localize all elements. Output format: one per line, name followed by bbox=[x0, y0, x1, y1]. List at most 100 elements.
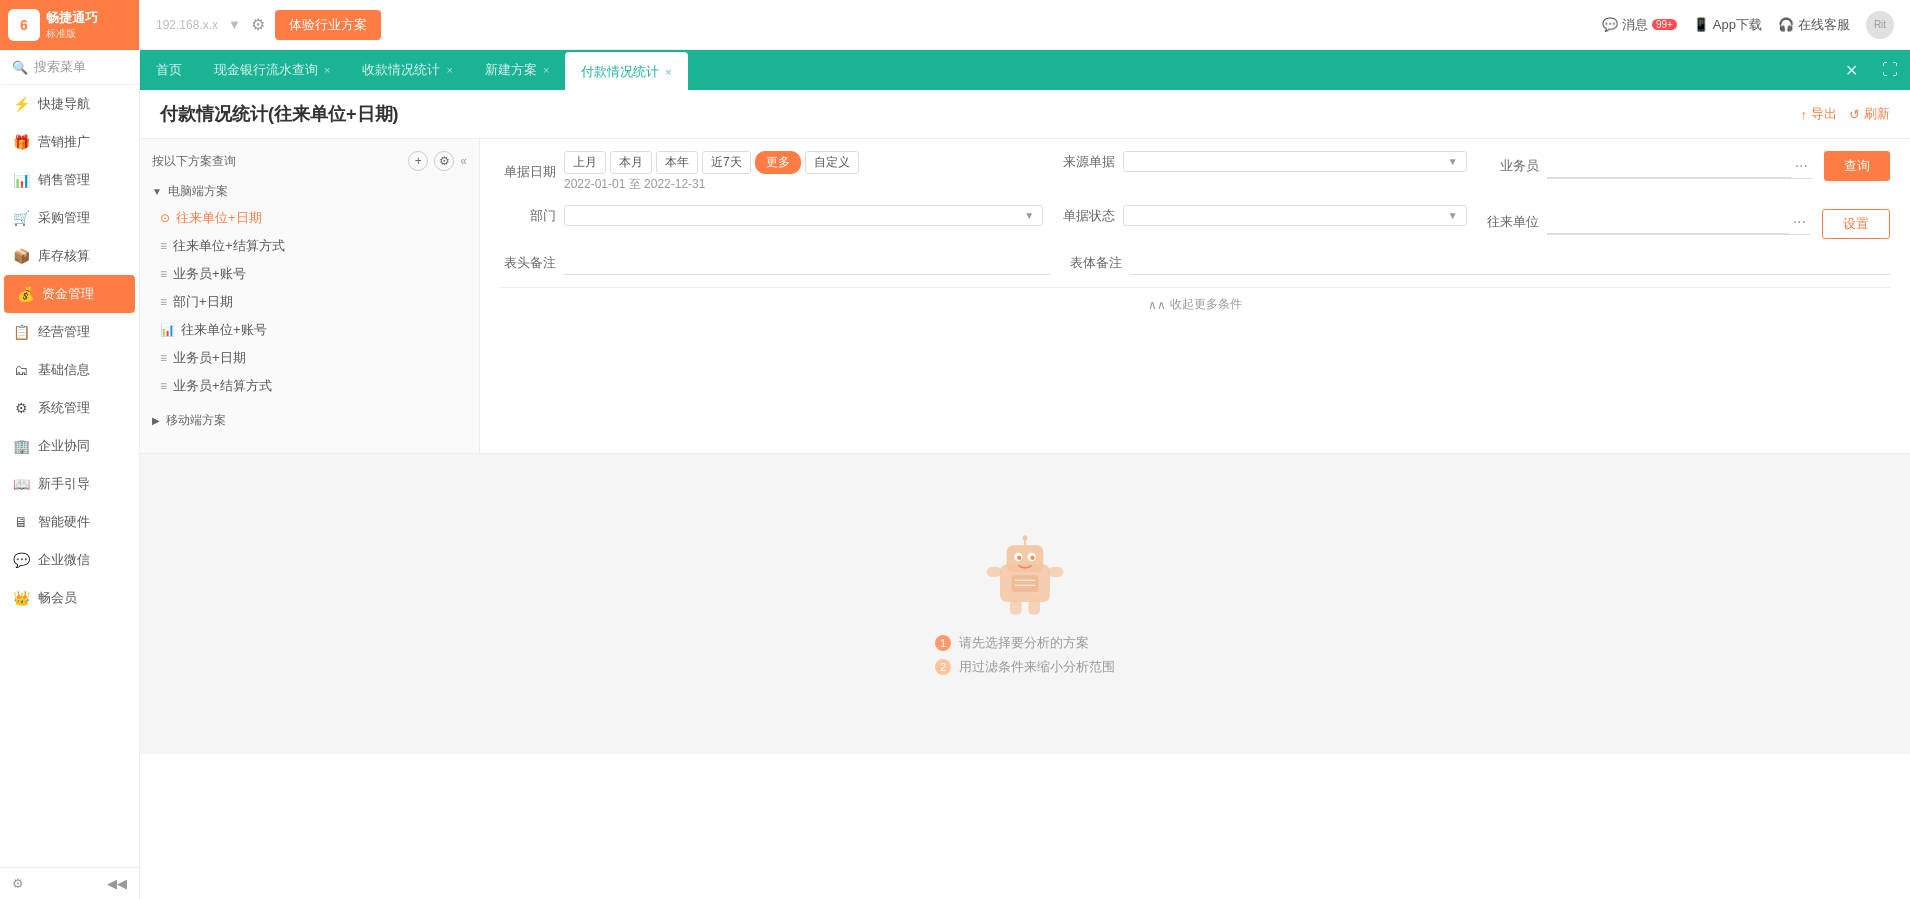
date-btn-last-7days[interactable]: 近7天 bbox=[702, 151, 751, 174]
unit-input[interactable] bbox=[1547, 210, 1789, 234]
search-icon: 🔍 bbox=[12, 60, 28, 75]
scheme-item-unit-account[interactable]: 📊 往来单位+账号 bbox=[152, 316, 467, 344]
sidebar-item-operation[interactable]: 📋 经营管理 bbox=[0, 313, 139, 351]
filter-field-header-note: 表头备注 bbox=[500, 251, 1050, 275]
unit-dots-button[interactable]: ··· bbox=[1789, 213, 1810, 231]
sidebar-item-quick-nav[interactable]: ⚡ 快捷导航 bbox=[0, 85, 139, 123]
collapse-more-button[interactable]: ∧∧ 收起更多条件 bbox=[1148, 296, 1242, 313]
sidebar-item-finance[interactable]: 💰 资金管理 bbox=[4, 275, 135, 313]
filter-field-body-note: 表体备注 bbox=[1066, 251, 1890, 275]
topbar-address: 192.168.x.x bbox=[156, 18, 218, 32]
sidebar-item-marketing[interactable]: 🎁 营销推广 bbox=[0, 123, 139, 161]
tab-new-scheme-label: 新建方案 bbox=[485, 61, 537, 79]
date-btn-custom[interactable]: 自定义 bbox=[805, 151, 859, 174]
scheme-list-icon: ≡ bbox=[160, 379, 167, 393]
scheme-add-button[interactable]: + bbox=[408, 151, 428, 171]
desktop-group-header[interactable]: ▼ 电脑端方案 bbox=[152, 179, 467, 204]
sidebar-item-member[interactable]: 👑 畅会员 bbox=[0, 579, 139, 617]
svg-rect-11 bbox=[1028, 600, 1040, 615]
sidebar-item-system[interactable]: ⚙ 系统管理 bbox=[0, 389, 139, 427]
desktop-arrow-icon: ▼ bbox=[152, 186, 162, 197]
refresh-icon: ↺ bbox=[1849, 107, 1860, 122]
filter-fields: 单据日期 上月 本月 本年 近7天 更多 自定义 2022-01-01 至 20… bbox=[480, 139, 1910, 453]
tab-receivable-close-icon[interactable]: × bbox=[446, 64, 452, 76]
tab-payment-stats[interactable]: 付款情况统计 × bbox=[565, 52, 687, 92]
desktop-group-label: 电脑端方案 bbox=[168, 183, 228, 200]
tab-receivable-label: 收款情况统计 bbox=[362, 61, 440, 79]
date-options: 上月 本月 本年 近7天 更多 自定义 bbox=[564, 151, 1043, 174]
app-download-button[interactable]: 📱 App下载 bbox=[1693, 16, 1762, 34]
scheme-header: 按以下方案查询 + ⚙ « bbox=[152, 151, 467, 171]
staff-dots-button[interactable]: ··· bbox=[1791, 157, 1812, 175]
scheme-collapse-icon[interactable]: « bbox=[460, 154, 467, 168]
scheme-item-staff-account[interactable]: ≡ 业务员+账号 bbox=[152, 260, 467, 288]
scheme-list-icon: ≡ bbox=[160, 239, 167, 253]
main-area: 192.168.x.x ▼ ⚙ 体验行业方案 💬 消息 99+ 📱 App下载 … bbox=[140, 0, 1910, 899]
trial-button[interactable]: 体验行业方案 bbox=[275, 10, 381, 40]
tab-home[interactable]: 首页 bbox=[140, 50, 198, 90]
sidebar-item-guide[interactable]: 📖 新手引导 bbox=[0, 465, 139, 503]
doc-status-select[interactable]: ▼ bbox=[1123, 205, 1466, 226]
mobile-group-label: 移动端方案 bbox=[166, 412, 226, 429]
date-btn-this-month[interactable]: 本月 bbox=[610, 151, 652, 174]
filter-row-1: 单据日期 上月 本月 本年 近7天 更多 自定义 2022-01-01 至 20… bbox=[500, 151, 1890, 193]
dept-select[interactable]: ▼ bbox=[564, 205, 1043, 226]
wechat-icon: 💬 bbox=[12, 551, 30, 569]
topbar: 192.168.x.x ▼ ⚙ 体验行业方案 💬 消息 99+ 📱 App下载 … bbox=[140, 0, 1910, 50]
scheme-item-staff-settle[interactable]: ≡ 业务员+结算方式 bbox=[152, 372, 467, 400]
tab-bank[interactable]: 现金银行流水查询 × bbox=[198, 50, 346, 90]
sidebar-logo-sub: 标准版 bbox=[46, 27, 98, 41]
staff-input[interactable] bbox=[1547, 154, 1791, 178]
footer-settings-icon[interactable]: ⚙ bbox=[12, 876, 24, 891]
date-btn-last-month[interactable]: 上月 bbox=[564, 151, 606, 174]
date-btn-more[interactable]: 更多 bbox=[755, 151, 801, 174]
online-service-label: 在线客服 bbox=[1798, 16, 1850, 34]
sidebar-item-cooperation[interactable]: 🏢 企业协同 bbox=[0, 427, 139, 465]
topbar-settings-icon[interactable]: ⚙ bbox=[251, 15, 265, 34]
scheme-item-dept-date[interactable]: ≡ 部门+日期 bbox=[152, 288, 467, 316]
date-btn-this-year[interactable]: 本年 bbox=[656, 151, 698, 174]
date-label: 单据日期 bbox=[500, 163, 556, 181]
scheme-item-staff-date[interactable]: ≡ 业务员+日期 bbox=[152, 344, 467, 372]
sidebar-item-basic[interactable]: 🗂 基础信息 bbox=[0, 351, 139, 389]
sidebar-item-wechat[interactable]: 💬 企业微信 bbox=[0, 541, 139, 579]
filter-field-dept: 部门 ▼ bbox=[500, 205, 1043, 226]
user-avatar[interactable]: Rit bbox=[1866, 11, 1894, 39]
sidebar-item-label: 智能硬件 bbox=[38, 513, 90, 531]
tabbar-fullscreen[interactable]: ⛶ bbox=[1870, 61, 1910, 79]
tab-new-scheme-close-icon[interactable]: × bbox=[543, 64, 549, 76]
scheme-settings-button[interactable]: ⚙ bbox=[434, 151, 454, 171]
tab-bank-close-icon[interactable]: × bbox=[324, 64, 330, 76]
topbar-dropdown-icon[interactable]: ▼ bbox=[228, 17, 241, 32]
export-button[interactable]: ↑ 导出 bbox=[1801, 105, 1838, 123]
filter-field-unit: 往来单位 ··· 设置 bbox=[1483, 205, 1890, 239]
sidebar-item-purchase[interactable]: 🛒 采购管理 bbox=[0, 199, 139, 237]
tabbar-close-all[interactable]: ✕ bbox=[1833, 61, 1870, 80]
sidebar-item-hardware[interactable]: 🖥 智能硬件 bbox=[0, 503, 139, 541]
content-area: 1 请先选择要分析的方案 2 用过滤条件来缩小分析范围 bbox=[140, 454, 1910, 754]
app-download-label: App下载 bbox=[1713, 16, 1762, 34]
filter-panel: 按以下方案查询 + ⚙ « ▼ 电脑端方案 ⊙ bbox=[140, 139, 1910, 454]
sidebar-item-inventory[interactable]: 📦 库存核算 bbox=[0, 237, 139, 275]
svg-point-4 bbox=[1017, 556, 1021, 560]
source-select[interactable]: ▼ bbox=[1123, 151, 1466, 172]
scheme-item-unit-settle[interactable]: ≡ 往来单位+结算方式 bbox=[152, 232, 467, 260]
tab-payment-stats-close-icon[interactable]: × bbox=[665, 66, 671, 78]
online-service-button[interactable]: 🎧 在线客服 bbox=[1778, 16, 1850, 34]
date-range-display: 2022-01-01 至 2022-12-31 bbox=[564, 176, 1043, 193]
refresh-button[interactable]: ↺ 刷新 bbox=[1849, 105, 1890, 123]
empty-messages: 1 请先选择要分析的方案 2 用过滤条件来缩小分析范围 bbox=[935, 634, 1115, 676]
footer-collapse-icon[interactable]: ◀◀ bbox=[107, 876, 127, 891]
tab-new-scheme[interactable]: 新建方案 × bbox=[469, 50, 565, 90]
body-note-input[interactable] bbox=[1130, 251, 1890, 275]
mobile-group-header[interactable]: ▶ 移动端方案 bbox=[152, 408, 467, 433]
scheme-item-unit-date[interactable]: ⊙ 往来单位+日期 bbox=[152, 204, 467, 232]
sidebar-item-label: 企业微信 bbox=[38, 551, 90, 569]
sidebar-search[interactable]: 🔍 搜索菜单 bbox=[0, 50, 139, 85]
notifications-button[interactable]: 💬 消息 99+ bbox=[1602, 16, 1677, 34]
query-button[interactable]: 查询 bbox=[1824, 151, 1890, 181]
settings-button[interactable]: 设置 bbox=[1822, 209, 1890, 239]
header-note-input[interactable] bbox=[564, 251, 1050, 275]
sidebar-item-sales[interactable]: 📊 销售管理 bbox=[0, 161, 139, 199]
tab-receivable[interactable]: 收款情况统计 × bbox=[346, 50, 468, 90]
